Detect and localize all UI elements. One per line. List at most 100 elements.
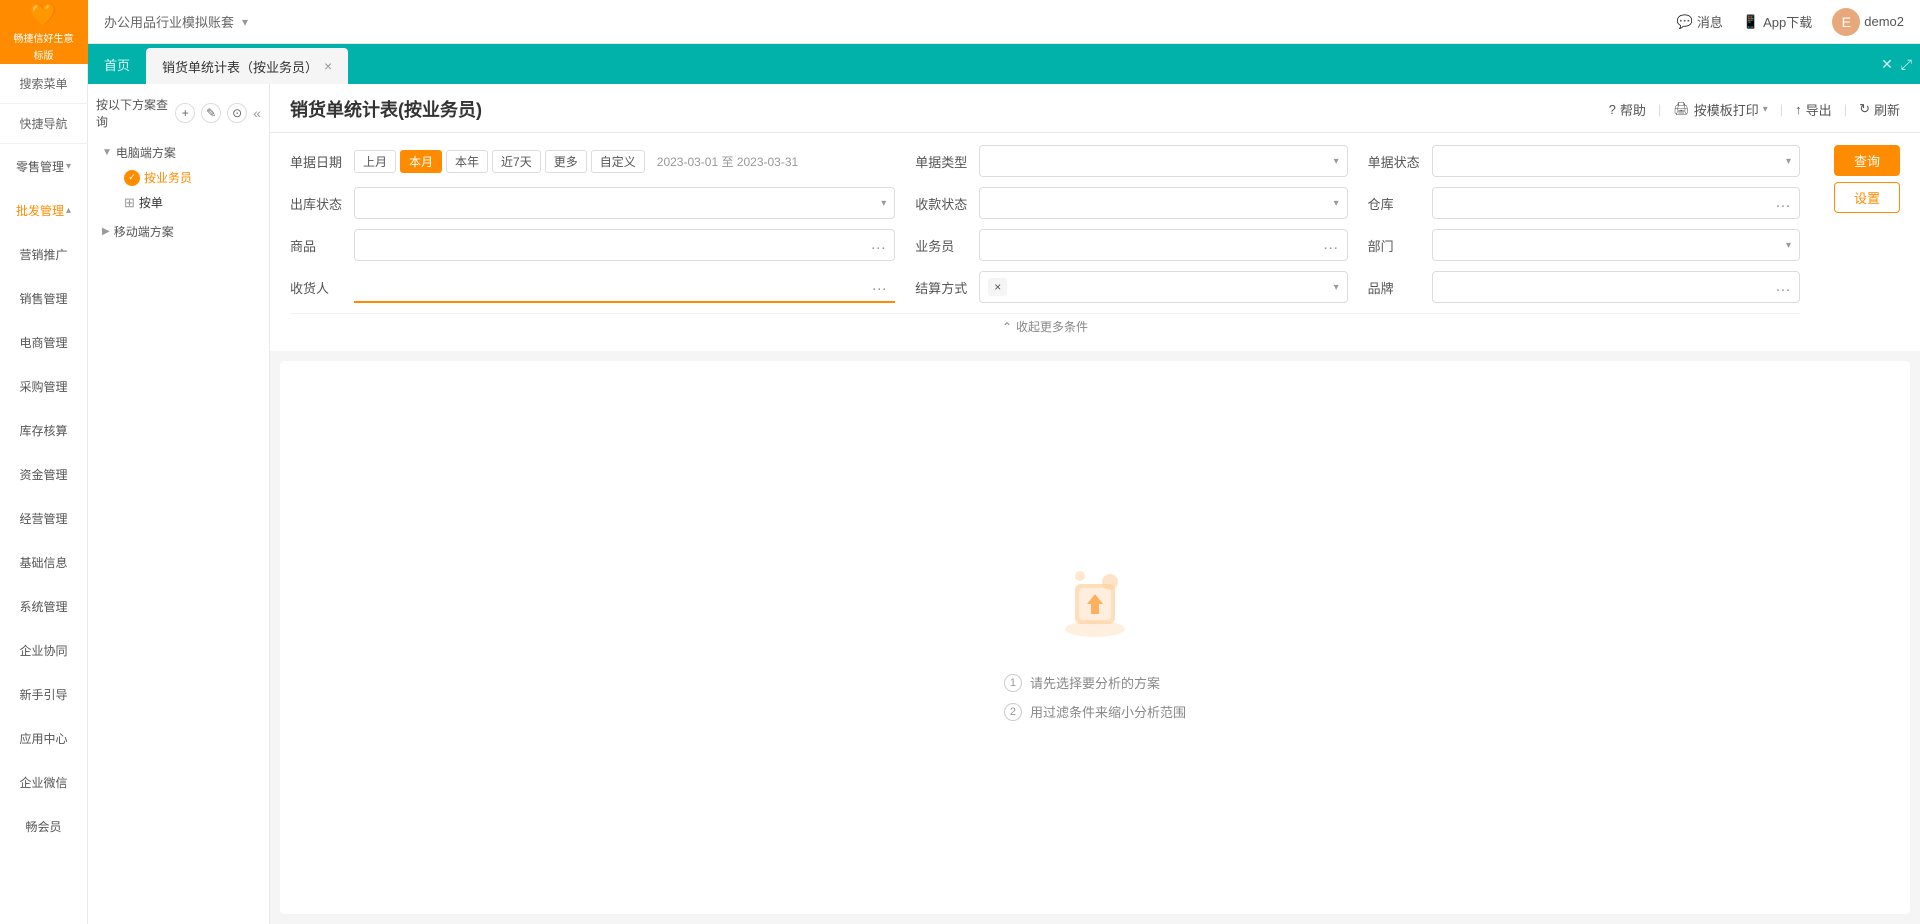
- message-button[interactable]: 💬 消息: [1677, 12, 1723, 31]
- operation-label: 经营管理: [19, 510, 67, 527]
- sidebar-item-wechat[interactable]: 企业微信: [0, 760, 88, 804]
- page-header-actions: ? 帮助 | 🖨 按模板打印 ▾ | ↑: [1609, 100, 1900, 119]
- brand-dots[interactable]: …: [1775, 278, 1791, 296]
- sidebar-item-retail[interactable]: 零售管理 ▾: [0, 144, 88, 188]
- breadcrumb-dropdown-icon[interactable]: ▾: [242, 15, 248, 29]
- main-content: 办公用品行业模拟账套 ▾ 💬 消息 📱 App下载 E demo2 首页: [88, 0, 1920, 924]
- empty-step-1-text: 请先选择要分析的方案: [1030, 673, 1160, 692]
- app-download-button[interactable]: 📱 App下载: [1743, 12, 1812, 31]
- receipt-status-select[interactable]: ▾: [979, 187, 1347, 219]
- out-status-arrow: ▾: [881, 198, 886, 209]
- sidebar-item-marketing[interactable]: 营销推广: [0, 232, 88, 276]
- sidebar-shortcut[interactable]: 快捷导航: [0, 104, 88, 144]
- date-label: 单据日期: [290, 152, 346, 171]
- scheme-sales-person[interactable]: ✓ 按业务员: [116, 165, 261, 190]
- goods-dots[interactable]: …: [870, 236, 886, 254]
- salesperson-select[interactable]: …: [979, 229, 1347, 261]
- filter-row-4: 收货人 … 结算方式 × ▾: [290, 271, 1800, 303]
- collapse-label: 收起更多条件: [1016, 318, 1088, 335]
- doc-type-select[interactable]: ▾: [979, 145, 1347, 177]
- sidebar-item-enterprise[interactable]: 企业协同: [0, 628, 88, 672]
- brand-select[interactable]: …: [1432, 271, 1800, 303]
- copy-scheme-button[interactable]: ⊙: [227, 103, 247, 123]
- download-icon: 📱: [1743, 14, 1759, 30]
- tab-expand-icon[interactable]: ⤢: [1901, 56, 1912, 73]
- app-logo[interactable]: 🧡 畅捷信好生意 标版: [0, 0, 88, 64]
- sidebar-item-sales[interactable]: 销售管理: [0, 276, 88, 320]
- query-button[interactable]: 查询: [1834, 145, 1900, 176]
- warehouse-select[interactable]: …: [1432, 187, 1800, 219]
- sidebar-search-menu[interactable]: 搜索菜单: [0, 64, 88, 104]
- sidebar-item-finance[interactable]: 资金管理: [0, 452, 88, 496]
- message-icon: 💬: [1677, 14, 1693, 30]
- filter-out-status: 出库状态 ▾: [290, 187, 895, 219]
- date-buttons: 上月 本月 本年 近7天 更多 自定义: [354, 150, 645, 173]
- dept-select[interactable]: ▾: [1432, 229, 1800, 261]
- apps-label: 应用中心: [19, 730, 67, 747]
- payment-method-select[interactable]: × ▾: [979, 271, 1347, 303]
- payment-tag-close[interactable]: ×: [994, 280, 1001, 294]
- collapse-conditions-button[interactable]: ⌃ 收起更多条件: [1002, 318, 1088, 335]
- payment-method-arrow: ▾: [1334, 282, 1339, 293]
- consignee-dots[interactable]: …: [871, 277, 887, 295]
- purchase-label: 采购管理: [19, 378, 67, 395]
- date-btn-last-month[interactable]: 上月: [354, 150, 396, 173]
- tree-mobile-header[interactable]: ▶ 移动端方案: [96, 219, 261, 244]
- wholesale-label: 批发管理: [16, 202, 64, 219]
- sidebar-item-basic[interactable]: 基础信息: [0, 540, 88, 584]
- empty-state: 1 请先选择要分析的方案 2 用过滤条件来缩小分析范围: [280, 361, 1910, 914]
- help-button[interactable]: ? 帮助: [1609, 100, 1646, 119]
- sidebar-item-wholesale[interactable]: 批发管理 ▴: [0, 188, 88, 232]
- consignee-input[interactable]: …: [354, 271, 895, 303]
- scheme-by-order[interactable]: ⊞ 按单: [116, 190, 261, 215]
- sidebar-item-operation[interactable]: 经营管理: [0, 496, 88, 540]
- date-range-text: 2023-03-01 至 2023-03-31: [657, 153, 798, 170]
- sidebar-item-inventory[interactable]: 库存核算: [0, 408, 88, 452]
- edit-scheme-button[interactable]: ✎: [201, 103, 221, 123]
- warehouse-dots[interactable]: …: [1775, 194, 1791, 212]
- copy-icon: ⊙: [232, 106, 242, 120]
- sidebar-item-apps[interactable]: 应用中心: [0, 716, 88, 760]
- setting-button[interactable]: 设置: [1834, 182, 1900, 213]
- tree-desktop-header[interactable]: ▼ 电脑端方案: [96, 140, 261, 165]
- print-button[interactable]: 🖨 按模板打印 ▾: [1673, 100, 1768, 119]
- user-avatar-area[interactable]: E demo2: [1832, 8, 1904, 36]
- tab-sales-stats[interactable]: 销货单统计表（按业务员） ×: [146, 48, 348, 84]
- tab-bar: 首页 销货单统计表（按业务员） × ✕ ⤢: [88, 44, 1920, 84]
- date-btn-more[interactable]: 更多: [545, 150, 587, 173]
- collapse-panel-button[interactable]: «: [253, 105, 261, 121]
- sidebar-item-ecommerce[interactable]: 电商管理: [0, 320, 88, 364]
- divider3: |: [1844, 102, 1847, 117]
- date-btn-this-year[interactable]: 本年: [446, 150, 488, 173]
- date-btn-custom[interactable]: 自定义: [591, 150, 645, 173]
- divider1: |: [1658, 102, 1661, 117]
- tab-close-all-icon[interactable]: ✕: [1881, 56, 1893, 73]
- refresh-button[interactable]: ↻ 刷新: [1859, 100, 1900, 119]
- basic-label: 基础信息: [19, 554, 67, 571]
- export-button[interactable]: ↑ 导出: [1795, 100, 1832, 119]
- sidebar-item-system[interactable]: 系统管理: [0, 584, 88, 628]
- sidebar-item-member[interactable]: 畅会员: [0, 804, 88, 848]
- content-area: 按以下方案查询 + ✎ ⊙ «: [88, 84, 1920, 924]
- tab-home[interactable]: 首页: [88, 44, 146, 84]
- date-btn-this-month[interactable]: 本月: [400, 150, 442, 173]
- tab-close-icon[interactable]: ×: [324, 59, 332, 73]
- logo-icon: 🧡: [30, 2, 57, 28]
- goods-select[interactable]: …: [354, 229, 895, 261]
- date-btn-last7days[interactable]: 近7天: [492, 150, 541, 173]
- filter-row-1: 单据日期 上月 本月 本年 近7天 更多 自定义 2023-03-01 至 20…: [290, 145, 1800, 177]
- sidebar-item-newbie[interactable]: 新手引导: [0, 672, 88, 716]
- tree-section-desktop: ▼ 电脑端方案 ✓ 按业务员 ⊞ 按单: [96, 140, 261, 215]
- export-icon: ↑: [1795, 102, 1802, 117]
- empty-step-2: 2 用过滤条件来缩小分析范围: [1004, 702, 1186, 721]
- avatar: E: [1832, 8, 1860, 36]
- add-scheme-button[interactable]: +: [175, 103, 195, 123]
- salesperson-dots[interactable]: …: [1323, 236, 1339, 254]
- top-header: 办公用品行业模拟账套 ▾ 💬 消息 📱 App下载 E demo2: [88, 0, 1920, 44]
- doc-status-select[interactable]: ▾: [1432, 145, 1800, 177]
- filter-action-buttons: 查询 设置: [1834, 145, 1900, 213]
- consignee-text-input[interactable]: [362, 279, 867, 294]
- out-status-select[interactable]: ▾: [354, 187, 895, 219]
- sidebar-item-purchase[interactable]: 采购管理: [0, 364, 88, 408]
- filter-payment-method: 结算方式 × ▾: [915, 271, 1347, 303]
